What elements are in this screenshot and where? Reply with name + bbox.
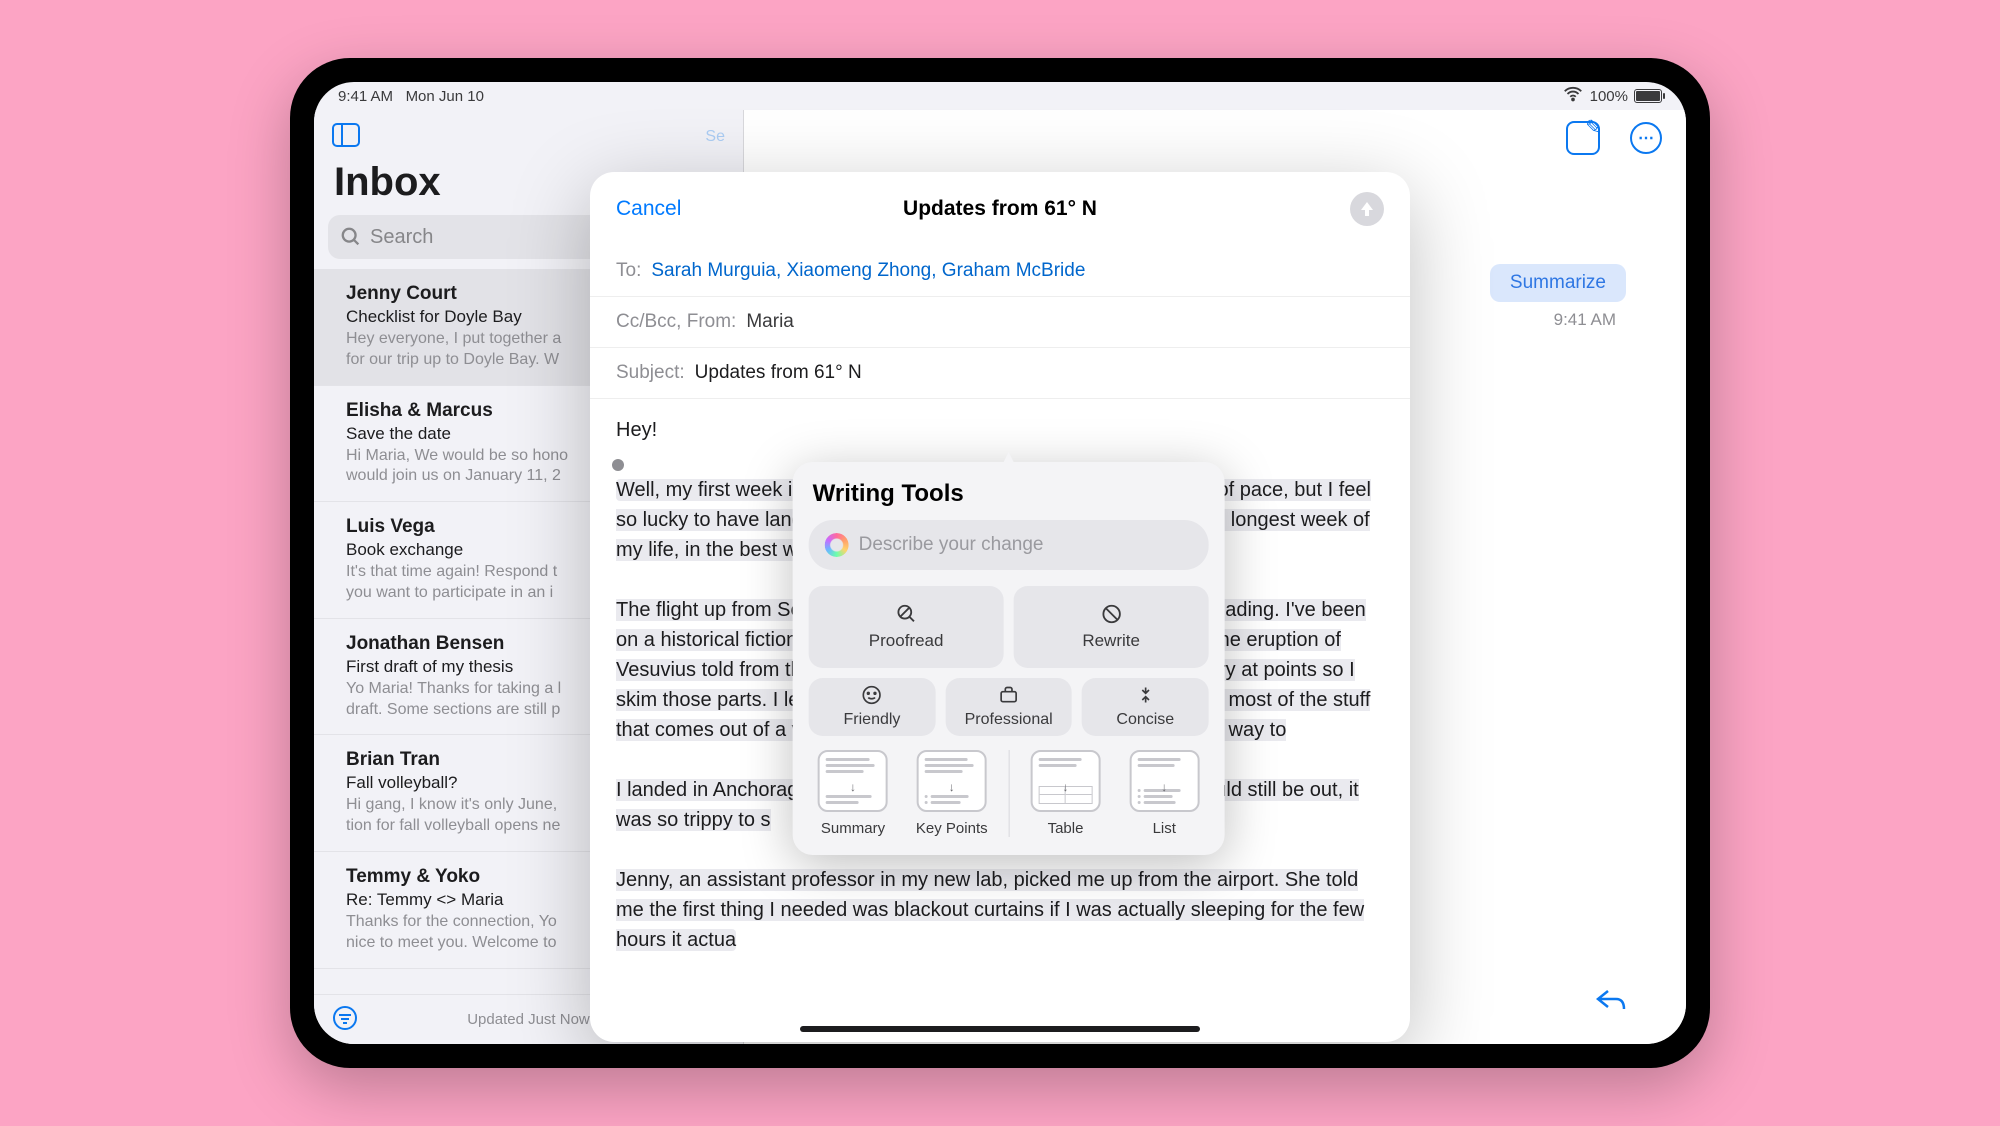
writing-tools-title: Writing Tools [809,480,1209,520]
message-timestamp: 9:41 AM [1554,310,1616,330]
key-points-button[interactable]: ↓ Key Points [907,750,996,837]
ipad-frame: 9:41 AM Mon Jun 10 100% Se In [290,58,1710,1068]
concise-button[interactable]: Concise [1082,678,1209,736]
statusbar: 9:41 AM Mon Jun 10 100% [314,82,1686,110]
compose-button[interactable] [1566,121,1600,155]
status-date: Mon Jun 10 [406,88,484,105]
key-points-icon: ↓ [917,750,987,812]
body-greeting: Hey! [616,415,1384,445]
table-button[interactable]: ↓ Table [1021,750,1110,837]
proofread-icon [895,603,917,625]
summarize-button[interactable]: Summarize [1490,264,1626,302]
to-label: To: [616,260,641,282]
rewrite-button[interactable]: Rewrite [1014,586,1209,668]
more-button[interactable]: ⋯ [1630,122,1662,154]
subject-field[interactable]: Subject: Updates from 61° N [590,348,1410,399]
sidebar-toggle-icon[interactable] [332,123,360,152]
recipients: Sarah Murguia, Xiaomeng Zhong, Graham Mc… [651,260,1085,282]
statusbar-left: 9:41 AM Mon Jun 10 [338,88,484,105]
select-button[interactable]: Se [705,128,725,146]
search-icon [340,226,362,248]
friendly-icon [862,685,882,705]
screen: 9:41 AM Mon Jun 10 100% Se In [314,82,1686,1044]
wifi-icon [1562,83,1584,110]
cancel-button[interactable]: Cancel [616,197,681,221]
friendly-button[interactable]: Friendly [809,678,936,736]
describe-placeholder: Describe your change [859,534,1044,556]
filter-icon[interactable] [332,1005,358,1035]
briefcase-icon [999,685,1019,705]
summary-icon: ↓ [818,750,888,812]
proofread-button[interactable]: Proofread [809,586,1004,668]
status-time: 9:41 AM [338,88,393,105]
battery-percent: 100% [1590,88,1628,105]
subject-value: Updates from 61° N [695,362,862,384]
concise-icon [1135,685,1155,705]
table-icon: ↓ [1031,750,1101,812]
send-button[interactable] [1350,192,1384,226]
main-toolbar: ⋯ [744,110,1686,166]
list-icon: ↓ [1129,750,1199,812]
updated-status: Updated Just Now [467,1011,590,1028]
modal-title: Updates from 61° N [903,197,1097,221]
battery-icon [1634,89,1662,103]
to-field[interactable]: To: Sarah Murguia, Xiaomeng Zhong, Graha… [590,246,1410,297]
subject-label: Subject: [616,362,685,384]
home-indicator[interactable] [800,1026,1200,1032]
describe-change-input[interactable]: Describe your change [809,520,1209,570]
professional-button[interactable]: Professional [945,678,1072,736]
search-placeholder: Search [370,226,433,249]
selection-handle-icon[interactable] [612,459,624,471]
reply-icon[interactable] [1594,985,1628,1020]
statusbar-right: 100% [1562,83,1662,110]
writing-tools-popover: Writing Tools Describe your change Proof… [793,462,1225,855]
list-button[interactable]: ↓ List [1120,750,1209,837]
ccbcc-label: Cc/Bcc, From: [616,311,736,333]
modal-header: Cancel Updates from 61° N [590,172,1410,246]
rewrite-icon [1100,603,1122,625]
from-value: Maria [746,311,794,333]
summary-button[interactable]: ↓ Summary [809,750,898,837]
ccbcc-field[interactable]: Cc/Bcc, From: Maria [590,297,1410,348]
apple-intelligence-icon [825,533,849,557]
